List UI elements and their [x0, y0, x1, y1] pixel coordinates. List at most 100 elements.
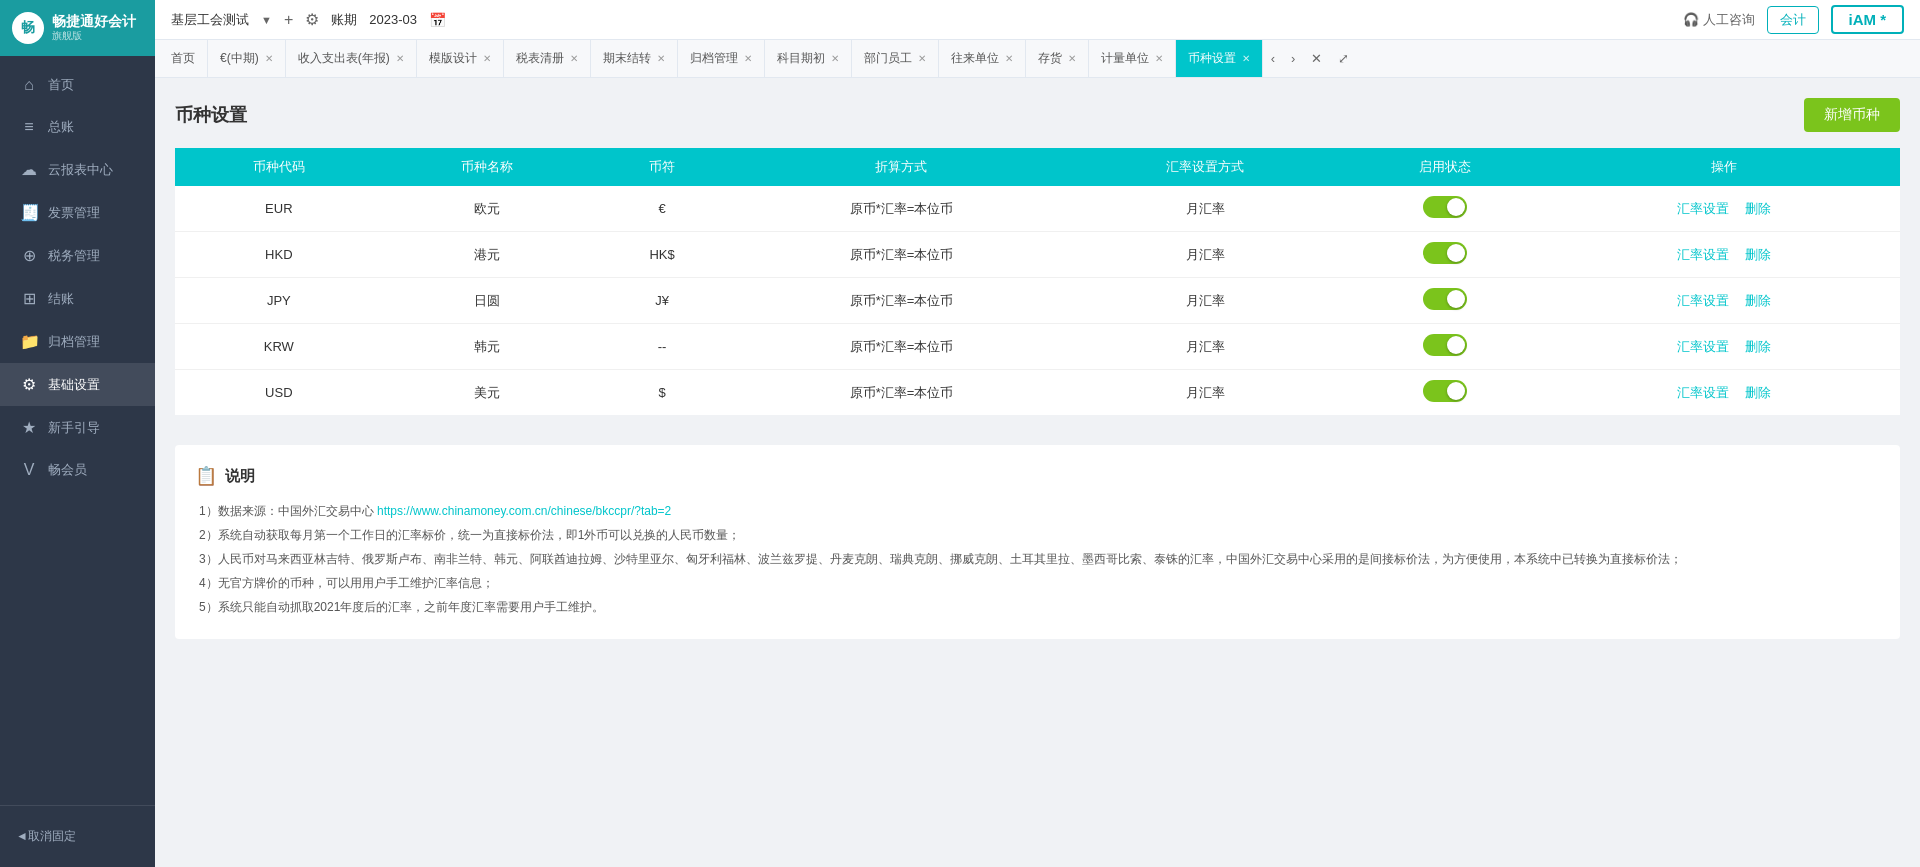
delete-link[interactable]: 删除 [1745, 339, 1771, 354]
sidebar-item-invoice[interactable]: 🧾发票管理 [0, 191, 155, 234]
delete-link[interactable]: 删除 [1745, 201, 1771, 216]
sidebar-item-ledger[interactable]: ≡总账 [0, 106, 155, 148]
sidebar-item-label: 税务管理 [48, 247, 100, 265]
enable-toggle[interactable] [1423, 334, 1467, 356]
delete-link[interactable]: 删除 [1745, 247, 1771, 262]
rate-setting-link[interactable]: 汇率设置 [1677, 339, 1729, 354]
note-item: 5）系统只能自动抓取2021年度后的汇率，之前年度汇率需要用户手工维护。 [195, 595, 1880, 619]
add-tab-button[interactable]: + [284, 11, 293, 29]
tab-close-icon[interactable]: ✕ [918, 53, 926, 64]
tab-archive[interactable]: 归档管理 ✕ [678, 40, 765, 78]
tab-label: €(中期) [220, 50, 259, 67]
tab-close-icon[interactable]: ✕ [483, 53, 491, 64]
tab-close-icon[interactable]: ✕ [396, 53, 404, 64]
account-button[interactable]: 会计 [1767, 6, 1819, 34]
sidebar-item-label: 归档管理 [48, 333, 100, 351]
settings-icon[interactable]: ⚙ [305, 10, 319, 29]
tab-period_end[interactable]: 期末结转 ✕ [591, 40, 678, 78]
toggle-knob [1447, 198, 1465, 216]
tab-label: 计量单位 [1101, 50, 1149, 67]
tab-close-all[interactable]: ✕ [1303, 45, 1330, 72]
tab-template[interactable]: 模版设计✕ [417, 40, 504, 78]
tab-label: 期末结转 [603, 50, 651, 67]
cancel-pin-button[interactable]: ◄取消固定 [0, 818, 155, 855]
sidebar-item-member[interactable]: V畅会员 [0, 449, 155, 491]
tab-income[interactable]: 收入支出表(年报)✕ [286, 40, 417, 78]
enable-toggle[interactable] [1423, 288, 1467, 310]
tab-close-icon[interactable]: ✕ [1242, 53, 1250, 64]
tab-label: 归档管理 [690, 50, 738, 67]
tab-label: 币种设置 [1188, 50, 1236, 67]
notes-icon: 📋 [195, 465, 217, 487]
table-cell: 原币*汇率=本位币 [734, 278, 1069, 324]
tab-home[interactable]: 首页 [159, 40, 208, 78]
sidebar-item-reports[interactable]: ☁云报表中心 [0, 148, 155, 191]
tab-accounts[interactable]: 科目期初 ✕ [765, 40, 852, 78]
table-header-cell: 币种代码 [175, 148, 383, 186]
table-cell: -- [590, 324, 733, 370]
tab-nav-left[interactable]: ‹ [1263, 45, 1283, 72]
tab-nav-right[interactable]: › [1283, 45, 1303, 72]
sidebar-item-label: 结账 [48, 290, 74, 308]
period-value: 2023-03 [369, 12, 417, 27]
tab-maximize[interactable]: ⤢ [1330, 45, 1357, 72]
tab-close-icon[interactable]: ✕ [265, 53, 273, 64]
rate-setting-link[interactable]: 汇率设置 [1677, 293, 1729, 308]
delete-link[interactable]: 删除 [1745, 293, 1771, 308]
sidebar-item-basic[interactable]: ⚙基础设置 [0, 363, 155, 406]
toggle-knob [1447, 244, 1465, 262]
enable-toggle[interactable] [1423, 380, 1467, 402]
iam-button[interactable]: iAM * [1831, 5, 1905, 34]
tab-tax[interactable]: 税表清册✕ [504, 40, 591, 78]
main-area: 基层工会测试 ▼ + ⚙ 账期 2023-03 📅 🎧 人工咨询 会计 iAM … [155, 0, 1920, 867]
calendar-icon[interactable]: 📅 [429, 12, 446, 28]
tab-customers[interactable]: 往来单位✕ [939, 40, 1026, 78]
enable-toggle[interactable] [1423, 196, 1467, 218]
sidebar-item-guide[interactable]: ★新手引导 [0, 406, 155, 449]
company-dropdown-icon[interactable]: ▼ [261, 14, 272, 26]
enable-toggle[interactable] [1423, 242, 1467, 264]
tab-balance[interactable]: €(中期) ✕ [208, 40, 286, 78]
tab-label: 科目期初 [777, 50, 825, 67]
sidebar-item-archive[interactable]: 📁归档管理 [0, 320, 155, 363]
sidebar-bottom: ◄取消固定 [0, 805, 155, 867]
tab-unit[interactable]: 计量单位 ✕ [1089, 40, 1176, 78]
sidebar-item-checkout[interactable]: ⊞ 结账 [0, 277, 155, 320]
toggle-knob [1447, 290, 1465, 308]
tab-close-icon[interactable]: ✕ [1005, 53, 1013, 64]
period-label: 账期 [331, 11, 357, 29]
new-currency-button[interactable]: 新增币种 [1804, 98, 1900, 132]
tab-inventory[interactable]: 存货✕ [1026, 40, 1089, 78]
table-cell: 月汇率 [1069, 324, 1341, 370]
tab-close-icon[interactable]: ✕ [1068, 53, 1076, 64]
tab-dept[interactable]: 部门员工✕ [852, 40, 939, 78]
tab-close-icon[interactable]: ✕ [1155, 53, 1163, 64]
tab-currency[interactable]: 币种设置 ✕ [1176, 40, 1263, 78]
notes-section: 📋 说明 1）数据来源：中国外汇交易中心 https://www.chinamo… [175, 445, 1900, 639]
tab-close-icon[interactable]: ✕ [744, 53, 752, 64]
delete-link[interactable]: 删除 [1745, 385, 1771, 400]
tab-close-icon[interactable]: ✕ [657, 53, 665, 64]
sidebar-item-tax[interactable]: ⊕税务管理 [0, 234, 155, 277]
table-header-row: 币种代码币种名称币符折算方式汇率设置方式启用状态操作 [175, 148, 1900, 186]
sidebar-item-label: 首页 [48, 76, 74, 94]
tab-close-icon[interactable]: ✕ [831, 53, 839, 64]
table-cell: $ [590, 370, 733, 416]
page-header: 币种设置 新增币种 [175, 98, 1900, 132]
ledger-icon: ≡ [20, 118, 38, 136]
rate-setting-link[interactable]: 汇率设置 [1677, 385, 1729, 400]
rate-setting-link[interactable]: 汇率设置 [1677, 201, 1729, 216]
checkout-icon: ⊞ [20, 289, 38, 308]
table-cell: 月汇率 [1069, 278, 1341, 324]
table-cell: 原币*汇率=本位币 [734, 370, 1069, 416]
table-row: HKD港元HK$原币*汇率=本位币月汇率汇率设置删除 [175, 232, 1900, 278]
notes-link[interactable]: https://www.chinamoney.com.cn/chinese/bk… [377, 504, 671, 518]
notes-title: 📋 说明 [195, 465, 1880, 487]
logo-title: 畅捷通好会计 [52, 13, 136, 30]
help-button[interactable]: 🎧 人工咨询 [1683, 11, 1755, 29]
sidebar: 畅 畅捷通好会计 旗舰版 ⌂首页≡总账☁云报表中心🧾发票管理⊕税务管理⊞结账📁归… [0, 0, 155, 867]
table-header: 币种代码币种名称币符折算方式汇率设置方式启用状态操作 [175, 148, 1900, 186]
tab-close-icon[interactable]: ✕ [570, 53, 578, 64]
sidebar-item-home[interactable]: ⌂首页 [0, 64, 155, 106]
rate-setting-link[interactable]: 汇率设置 [1677, 247, 1729, 262]
